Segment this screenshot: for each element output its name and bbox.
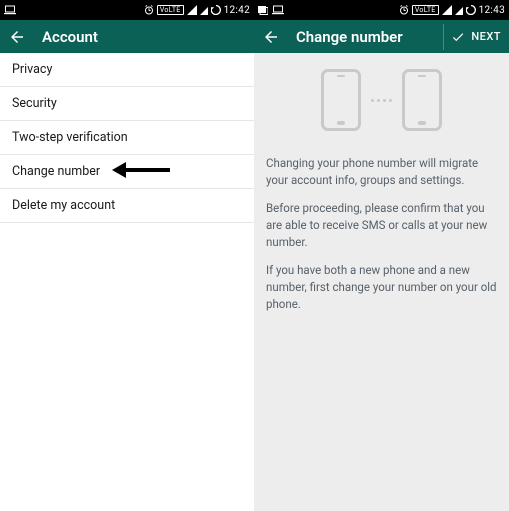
menu-item-two-step[interactable]: Two-step verification xyxy=(0,121,254,155)
menu-item-label: Privacy xyxy=(12,62,52,77)
appbar-title: Account xyxy=(42,28,246,46)
info-paragraph: Changing your phone number will migrate … xyxy=(266,155,497,188)
status-bar: VoLTE 12:43 xyxy=(254,0,509,20)
clock-text: 12:43 xyxy=(479,5,505,16)
menu-item-privacy[interactable]: Privacy xyxy=(0,53,254,87)
laptop-icon xyxy=(4,5,16,15)
alarm-icon xyxy=(399,5,409,15)
back-arrow-icon[interactable] xyxy=(262,28,280,46)
alarm-icon xyxy=(144,5,154,15)
phone-old-icon xyxy=(321,69,361,131)
menu-item-security[interactable]: Security xyxy=(0,87,254,121)
screen-change-number: VoLTE 12:43 Change number NEXT Changing … xyxy=(254,0,509,511)
screenshot-icon xyxy=(258,5,268,15)
volte-badge: VoLTE xyxy=(412,5,439,15)
info-paragraph: Before proceeding, please confirm that y… xyxy=(266,200,497,250)
signal-icon xyxy=(442,5,452,15)
signal-icon xyxy=(187,5,197,15)
screen-account: VoLTE 12:42 Account Privacy Security Two… xyxy=(0,0,254,511)
data-sync-icon xyxy=(466,5,476,15)
laptop-icon xyxy=(272,5,284,15)
back-arrow-icon[interactable] xyxy=(8,28,26,46)
info-paragraph: If you have both a new phone and a new n… xyxy=(266,262,497,312)
info-text: Changing your phone number will migrate … xyxy=(254,141,509,338)
next-button[interactable]: NEXT xyxy=(451,30,501,44)
menu-item-label: Two-step verification xyxy=(12,130,128,145)
volte-badge: VoLTE xyxy=(157,5,184,15)
annotation-arrow-icon xyxy=(112,160,172,180)
app-bar: Change number NEXT xyxy=(254,20,509,53)
clock-text: 12:42 xyxy=(224,5,250,16)
menu-item-label: Security xyxy=(12,96,57,111)
menu-item-label: Change number xyxy=(12,164,100,179)
appbar-title: Change number xyxy=(296,28,435,46)
menu-item-delete-account[interactable]: Delete my account xyxy=(0,189,254,223)
transfer-dots-icon xyxy=(371,99,392,102)
account-menu: Privacy Security Two-step verification C… xyxy=(0,53,254,223)
app-bar: Account xyxy=(0,20,254,53)
menu-item-label: Delete my account xyxy=(12,198,115,213)
status-bar: VoLTE 12:42 xyxy=(0,0,254,20)
signal-icon-2 xyxy=(455,5,463,15)
check-icon xyxy=(451,30,465,44)
data-sync-icon xyxy=(211,5,221,15)
signal-icon-2 xyxy=(200,5,208,15)
change-number-illustration xyxy=(254,53,509,141)
next-label: NEXT xyxy=(471,30,501,43)
phone-new-icon xyxy=(402,69,442,131)
